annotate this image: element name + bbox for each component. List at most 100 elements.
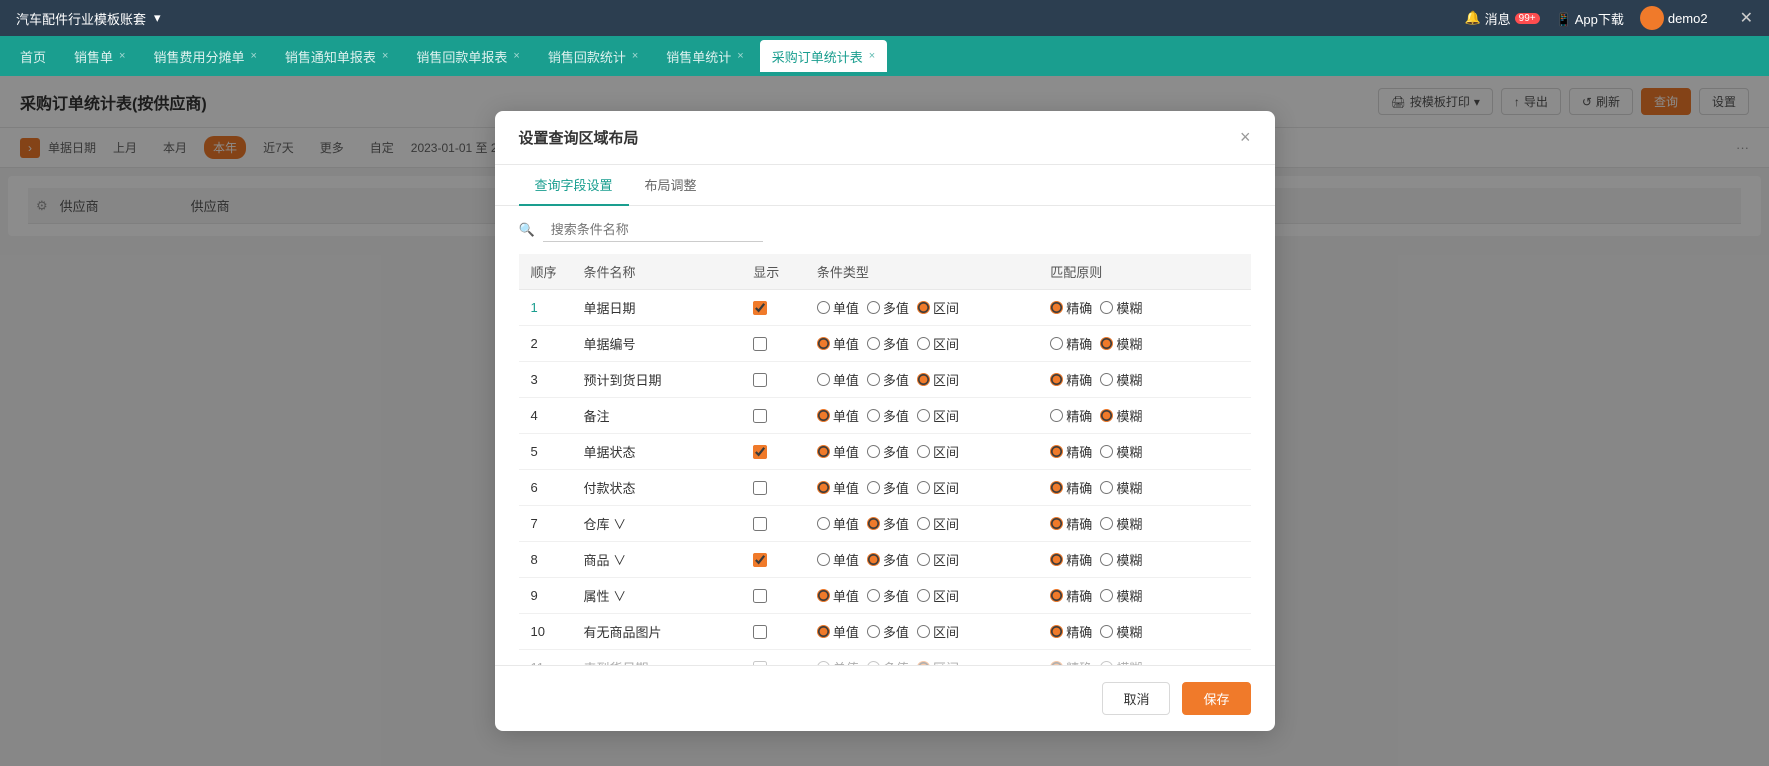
match-radio-item[interactable]: 精确: [1050, 478, 1092, 497]
display-checkbox-label[interactable]: [753, 373, 793, 387]
top-close-button[interactable]: ✕: [1740, 8, 1753, 28]
type-radio[interactable]: [867, 409, 880, 422]
type-radio[interactable]: [917, 409, 930, 422]
app-download[interactable]: 📱 App下载: [1556, 9, 1624, 28]
type-radio[interactable]: [817, 661, 830, 665]
type-radio[interactable]: [817, 589, 830, 602]
display-checkbox[interactable]: [753, 373, 767, 387]
type-radio[interactable]: [917, 625, 930, 638]
notification-area[interactable]: 🔔 消息 99+: [1464, 9, 1539, 28]
type-radio[interactable]: [917, 553, 930, 566]
tab-home[interactable]: 首页: [8, 40, 58, 72]
match-radio-item[interactable]: 模糊: [1100, 298, 1142, 317]
display-checkbox-label[interactable]: [753, 553, 793, 567]
match-radio[interactable]: [1100, 373, 1113, 386]
type-radio-item[interactable]: 多值: [867, 550, 909, 569]
type-radio-item[interactable]: 多值: [867, 370, 909, 389]
type-radio-item[interactable]: 单值: [817, 478, 859, 497]
display-checkbox[interactable]: [753, 481, 767, 495]
type-radio[interactable]: [917, 337, 930, 350]
type-radio-item[interactable]: 单值: [817, 370, 859, 389]
type-radio[interactable]: [917, 517, 930, 530]
dropdown-icon[interactable]: ▾: [154, 10, 161, 26]
type-radio-item[interactable]: 单值: [817, 622, 859, 641]
type-radio-item[interactable]: 单值: [817, 514, 859, 533]
type-radio-item[interactable]: 区间: [917, 658, 959, 665]
match-radio[interactable]: [1100, 481, 1113, 494]
match-radio[interactable]: [1050, 373, 1063, 386]
type-radio-item[interactable]: 多值: [867, 298, 909, 317]
display-checkbox-label[interactable]: [753, 625, 793, 639]
match-radio-item[interactable]: 模糊: [1100, 442, 1142, 461]
display-checkbox-label[interactable]: [753, 481, 793, 495]
tab-purchase-stats-close[interactable]: ×: [869, 50, 875, 62]
match-radio-item[interactable]: 模糊: [1100, 586, 1142, 605]
tab-sales-stats[interactable]: 销售单统计 ×: [654, 40, 755, 72]
type-radio[interactable]: [917, 301, 930, 314]
match-radio[interactable]: [1050, 445, 1063, 458]
tab-sales-collection-close[interactable]: ×: [632, 50, 638, 62]
match-radio-item[interactable]: 精确: [1050, 442, 1092, 461]
type-radio-item[interactable]: 区间: [917, 622, 959, 641]
type-radio-item[interactable]: 多值: [867, 406, 909, 425]
match-radio-item[interactable]: 模糊: [1100, 514, 1142, 533]
match-radio-item[interactable]: 精确: [1050, 622, 1092, 641]
type-radio-item[interactable]: 单值: [817, 658, 859, 665]
type-radio[interactable]: [917, 445, 930, 458]
tab-sales-stats-close[interactable]: ×: [737, 50, 743, 62]
match-radio-item[interactable]: 模糊: [1100, 334, 1142, 353]
match-radio[interactable]: [1100, 625, 1113, 638]
display-checkbox[interactable]: [753, 445, 767, 459]
type-radio[interactable]: [817, 301, 830, 314]
type-radio[interactable]: [867, 301, 880, 314]
display-checkbox[interactable]: [753, 301, 767, 315]
search-input[interactable]: [543, 218, 763, 242]
match-radio-item[interactable]: 精确: [1050, 298, 1092, 317]
type-radio-item[interactable]: 多值: [867, 514, 909, 533]
tab-sales-expense[interactable]: 销售费用分摊单 ×: [141, 40, 268, 72]
type-radio[interactable]: [867, 553, 880, 566]
match-radio-item[interactable]: 模糊: [1100, 622, 1142, 641]
user-avatar[interactable]: demo2: [1640, 6, 1708, 30]
match-radio-item[interactable]: 精确: [1050, 370, 1092, 389]
type-radio-item[interactable]: 多值: [867, 658, 909, 665]
match-radio[interactable]: [1100, 337, 1113, 350]
type-radio-item[interactable]: 单值: [817, 442, 859, 461]
type-radio[interactable]: [817, 517, 830, 530]
display-checkbox[interactable]: [753, 589, 767, 603]
display-checkbox-label[interactable]: [753, 301, 793, 315]
type-radio-item[interactable]: 区间: [917, 586, 959, 605]
display-checkbox-label[interactable]: [753, 661, 793, 666]
tab-sales[interactable]: 销售单 ×: [62, 40, 137, 72]
match-radio[interactable]: [1050, 481, 1063, 494]
cancel-button[interactable]: 取消: [1102, 682, 1170, 715]
match-radio[interactable]: [1050, 661, 1063, 665]
tab-sales-payment-close[interactable]: ×: [513, 50, 519, 62]
match-radio[interactable]: [1050, 409, 1063, 422]
display-checkbox[interactable]: [753, 409, 767, 423]
type-radio-item[interactable]: 区间: [917, 478, 959, 497]
match-radio-item[interactable]: 精确: [1050, 406, 1092, 425]
type-radio-item[interactable]: 多值: [867, 442, 909, 461]
tab-sales-notice[interactable]: 销售通知单报表 ×: [273, 40, 400, 72]
match-radio[interactable]: [1100, 589, 1113, 602]
display-checkbox[interactable]: [753, 337, 767, 351]
save-button[interactable]: 保存: [1182, 682, 1250, 715]
type-radio[interactable]: [817, 481, 830, 494]
match-radio-item[interactable]: 模糊: [1100, 658, 1142, 665]
type-radio[interactable]: [867, 589, 880, 602]
match-radio[interactable]: [1100, 661, 1113, 665]
display-checkbox-label[interactable]: [753, 409, 793, 423]
type-radio-item[interactable]: 区间: [917, 298, 959, 317]
type-radio[interactable]: [917, 373, 930, 386]
match-radio[interactable]: [1050, 625, 1063, 638]
type-radio-item[interactable]: 区间: [917, 514, 959, 533]
type-radio[interactable]: [817, 553, 830, 566]
match-radio[interactable]: [1100, 445, 1113, 458]
type-radio[interactable]: [917, 661, 930, 665]
match-radio-item[interactable]: 模糊: [1100, 406, 1142, 425]
tab-sales-expense-close[interactable]: ×: [250, 50, 256, 62]
display-checkbox[interactable]: [753, 661, 767, 666]
type-radio-item[interactable]: 单值: [817, 334, 859, 353]
type-radio[interactable]: [917, 481, 930, 494]
